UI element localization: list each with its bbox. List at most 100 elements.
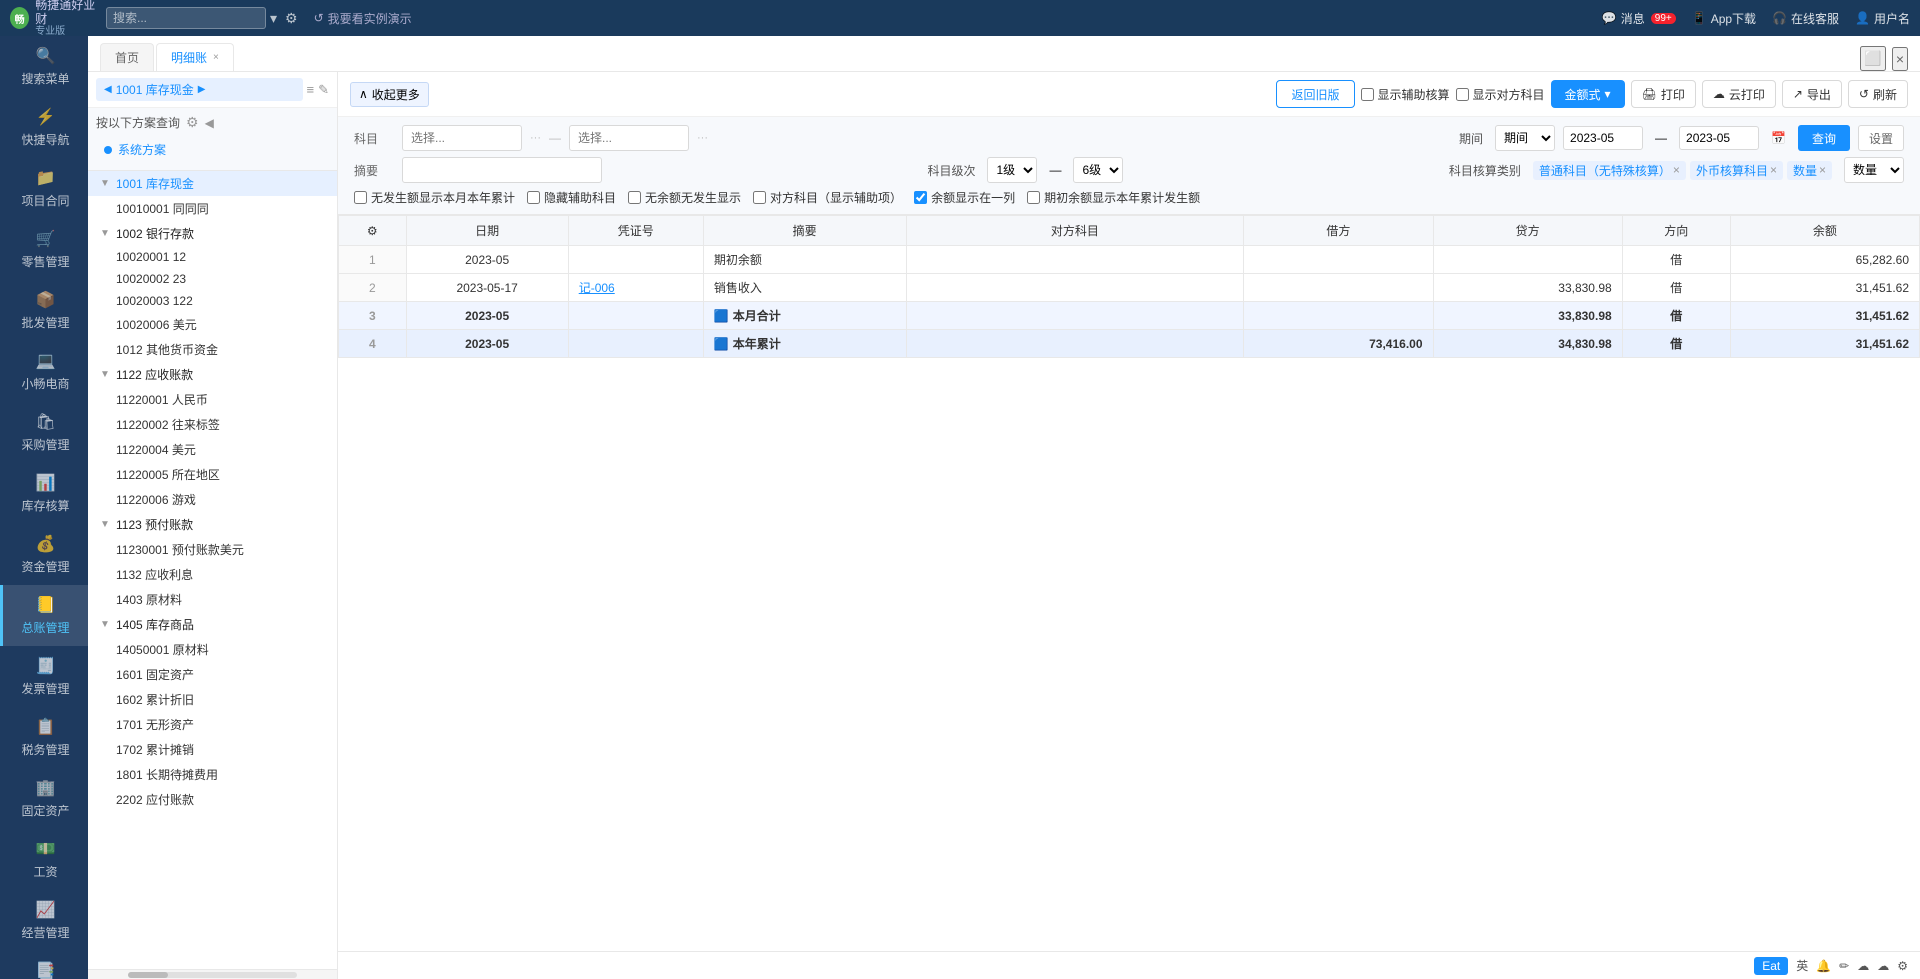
sidebar-item-search[interactable]: 🔍 搜索菜单	[0, 36, 88, 97]
tree-item-1405[interactable]: ▼ 1405 库存商品	[88, 612, 337, 637]
sidebar-item-retail[interactable]: 🛒 零售管理	[0, 219, 88, 280]
check-hide-aux[interactable]: 隐藏辅助科目	[527, 189, 616, 206]
status-lang-btn[interactable]: 英	[1796, 957, 1808, 974]
messages-btn[interactable]: 💬 消息 99+	[1602, 10, 1676, 27]
demo-link[interactable]: ↺ 我要看实例演示	[314, 10, 412, 27]
tabs-close-all-btn[interactable]: ×	[1892, 47, 1908, 71]
tab-close-btn[interactable]: ×	[213, 52, 219, 63]
tree-item-11220006[interactable]: 11220006 游戏	[88, 487, 337, 512]
sidebar-item-wholesale[interactable]: 📦 批发管理	[0, 280, 88, 341]
status-cloud2-icon[interactable]: ☁	[1877, 959, 1889, 973]
print-btn[interactable]: 🖨 打印	[1631, 80, 1696, 108]
sidebar-item-inventory[interactable]: 📊 库存核算	[0, 463, 88, 524]
tree-item-11220002[interactable]: 11220002 往来标签	[88, 412, 337, 437]
tab-ledger[interactable]: 明细账 ×	[156, 43, 234, 71]
online-service-btn[interactable]: 🎧 在线客服	[1772, 10, 1839, 27]
tree-item-10020002[interactable]: 10020002 23	[88, 268, 337, 290]
sidebar-item-ecommerce[interactable]: 💻 小畅电商	[0, 341, 88, 402]
query-btn[interactable]: 查询	[1798, 125, 1850, 151]
scheme-item-system[interactable]: 系统方案	[96, 135, 329, 164]
period-calendar-icon[interactable]: 📅	[1771, 131, 1786, 145]
tree-list-icon[interactable]: ≡	[307, 82, 315, 98]
status-settings-icon[interactable]: ⚙	[1897, 959, 1908, 973]
sidebar-item-project[interactable]: 📁 项目合同	[0, 158, 88, 219]
tag-foreign-close[interactable]: ×	[1770, 163, 1777, 177]
tree-item-10020003[interactable]: 10020003 122	[88, 290, 337, 312]
check-no-balance2[interactable]: 无余额无发生显示	[628, 189, 741, 206]
tree-item-1702[interactable]: 1702 累计摊销	[88, 737, 337, 762]
summary-input[interactable]	[402, 157, 602, 183]
cloud-print-btn[interactable]: ☁ 云打印	[1702, 80, 1776, 108]
tree-item-1012[interactable]: 1012 其他货币资金	[88, 337, 337, 362]
tag-normal-close[interactable]: ×	[1673, 163, 1680, 177]
level-from-select[interactable]: 1级	[987, 157, 1037, 183]
sidebar-item-fixed-assets[interactable]: 🏢 固定资产	[0, 768, 88, 829]
tree-item-1132[interactable]: 1132 应收利息	[88, 562, 337, 587]
tree-item-10020006[interactable]: 10020006 美元	[88, 312, 337, 337]
tab-home[interactable]: 首页	[100, 43, 154, 71]
tree-item-1403[interactable]: 1403 原材料	[88, 587, 337, 612]
show-contra-checkbox[interactable]	[1456, 88, 1469, 101]
tree-edit-icon[interactable]: ✎	[318, 82, 329, 98]
user-profile[interactable]: 👤 用户名	[1855, 10, 1910, 27]
tree-item-1123[interactable]: ▼ 1123 预付账款	[88, 512, 337, 537]
sidebar-item-tax[interactable]: 📋 税务管理	[0, 707, 88, 768]
tree-item-14050001[interactable]: 14050001 原材料	[88, 637, 337, 662]
level-to-select[interactable]: 6级	[1073, 157, 1123, 183]
settings-gear-btn[interactable]: ⚙	[281, 10, 302, 27]
quantity-select[interactable]: 数量	[1844, 157, 1904, 183]
sidebar-item-capital[interactable]: 💰 资金管理	[0, 524, 88, 585]
eat-btn[interactable]: Eat	[1754, 957, 1788, 975]
status-cloud1-icon[interactable]: ☁	[1857, 959, 1869, 973]
tree-item-11220004[interactable]: 11220004 美元	[88, 437, 337, 462]
refresh-btn[interactable]: ↺ 刷新	[1848, 80, 1908, 108]
voucher-link[interactable]: 记-006	[579, 281, 615, 295]
tree-item-2202[interactable]: 2202 应付账款	[88, 787, 337, 812]
subject-input[interactable]	[402, 125, 522, 151]
period-to-input[interactable]	[1679, 126, 1759, 150]
check-no-balance[interactable]: 无发生额显示本月本年累计	[354, 189, 515, 206]
show-contra-check[interactable]: 显示对方科目	[1456, 86, 1545, 103]
tree-item-11230001[interactable]: 11230001 预付账款美元	[88, 537, 337, 562]
tree-item-11220005[interactable]: 11220005 所在地区	[88, 462, 337, 487]
tree-item-1701[interactable]: 1701 无形资产	[88, 712, 337, 737]
sidebar-item-management[interactable]: 📈 经营管理	[0, 890, 88, 951]
settings-btn[interactable]: 设置	[1858, 125, 1904, 151]
status-edit-icon[interactable]: ✏	[1839, 959, 1849, 973]
tree-item-10020001[interactable]: 10020001 12	[88, 246, 337, 268]
sidebar-item-payroll[interactable]: 💵 工资	[0, 829, 88, 890]
tree-scroll-bar[interactable]	[88, 969, 337, 979]
tree-item-1002[interactable]: ▼ 1002 银行存款	[88, 221, 337, 246]
scheme-settings-icon[interactable]: ⚙	[186, 114, 199, 131]
check-contra[interactable]: 对方科目（显示辅助项）	[753, 189, 902, 206]
tree-item-1601[interactable]: 1601 固定资产	[88, 662, 337, 687]
expand-more-btn[interactable]: ∧ 收起更多	[350, 82, 429, 107]
subject-end-input[interactable]	[569, 125, 689, 151]
sidebar-item-invoice[interactable]: 🧾 发票管理	[0, 646, 88, 707]
app-download-btn[interactable]: 📱 App下载	[1692, 10, 1756, 27]
top-search-input[interactable]	[106, 7, 266, 29]
return-old-btn[interactable]: 返回旧版	[1276, 80, 1354, 108]
tree-header-account-btn[interactable]: ◀ 1001 库存现金 ▶	[96, 78, 303, 101]
sidebar-item-general-ledger[interactable]: 📒 总账管理	[0, 585, 88, 646]
scheme-collapse-icon[interactable]: ◀	[205, 116, 214, 130]
tree-item-1602[interactable]: 1602 累计折旧	[88, 687, 337, 712]
check-opening[interactable]: 期初余额显示本年累计发生额	[1027, 189, 1200, 206]
search-dropdown-btn[interactable]: ▾	[266, 10, 281, 27]
amount-style-btn[interactable]: 金额式 ▾	[1551, 80, 1625, 108]
sidebar-item-sales[interactable]: 📑 小畅报销	[0, 951, 88, 979]
cell-voucher[interactable]: 记-006	[568, 274, 703, 302]
sidebar-item-quick-nav[interactable]: ⚡ 快捷导航	[0, 97, 88, 158]
tree-item-1801[interactable]: 1801 长期待摊费用	[88, 762, 337, 787]
period-type-select[interactable]: 期间	[1495, 125, 1555, 151]
tag-quantity-close[interactable]: ×	[1819, 163, 1826, 177]
export-btn[interactable]: ↗ 导出	[1782, 80, 1842, 108]
status-notification-icon[interactable]: 🔔	[1816, 959, 1831, 973]
check-balance-col[interactable]: 余额显示在一列	[914, 189, 1015, 206]
tree-item-1122[interactable]: ▼ 1122 应收账款	[88, 362, 337, 387]
tree-item-11220001[interactable]: 11220001 人民币	[88, 387, 337, 412]
tabs-restore-btn[interactable]: ⬜	[1860, 46, 1885, 71]
tree-item-10010001[interactable]: 10010001 同同同	[88, 196, 337, 221]
show-aux-check[interactable]: 显示辅助核算	[1361, 86, 1450, 103]
tree-item-1001[interactable]: ▼ 1001 库存现金	[88, 171, 337, 196]
